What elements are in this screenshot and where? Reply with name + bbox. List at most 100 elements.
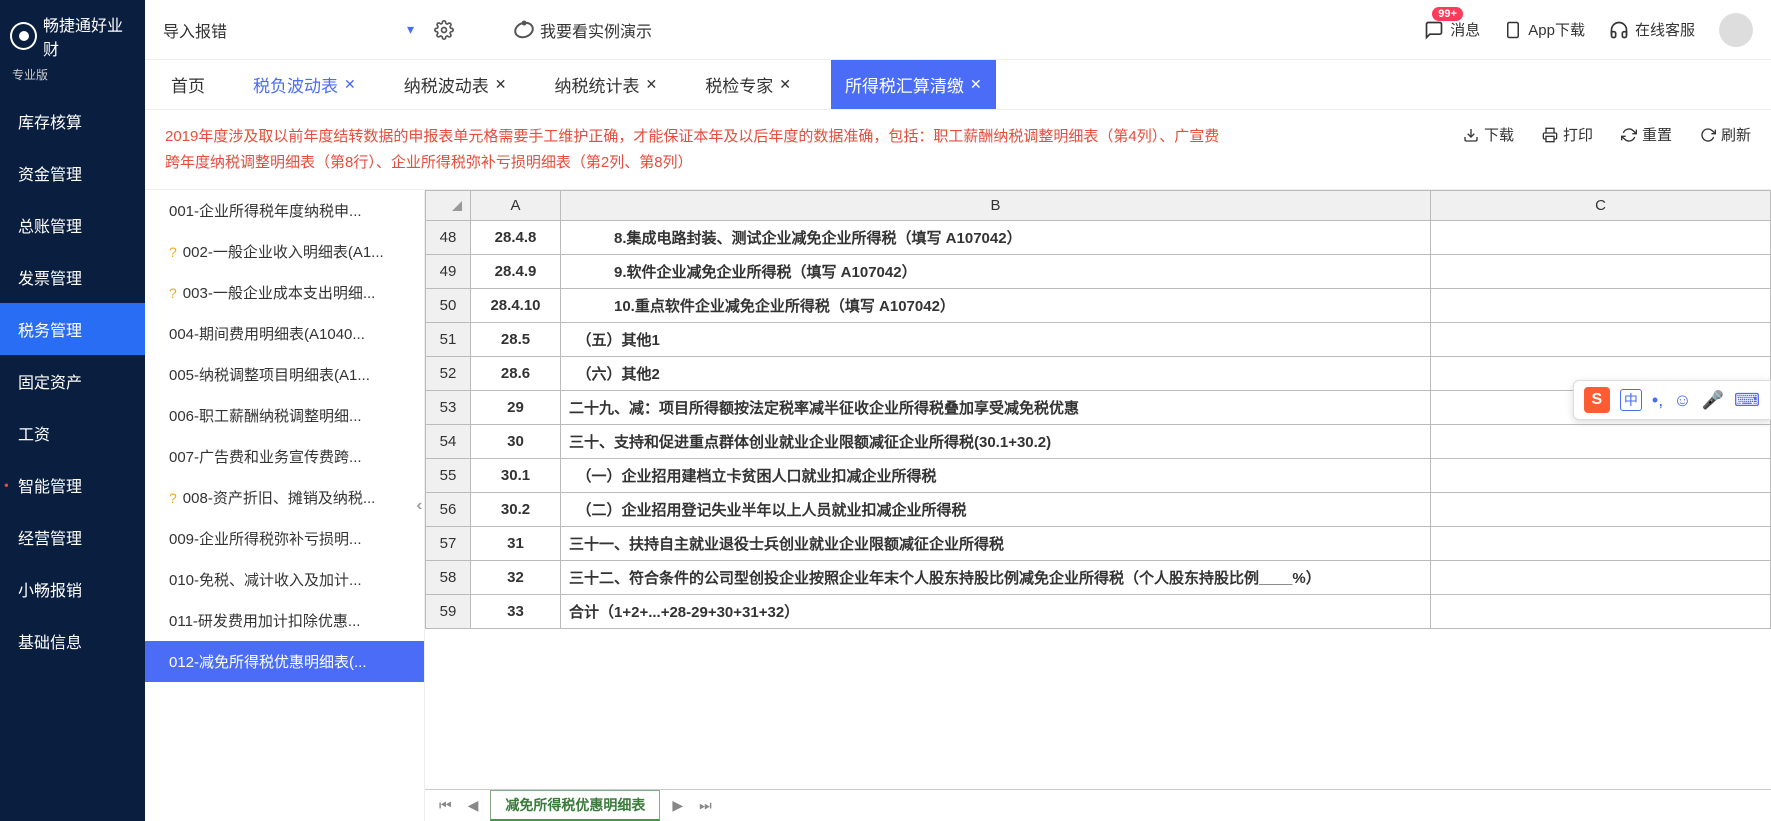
sheet-nav-prev-icon[interactable]: ◀ xyxy=(464,797,483,814)
nav-item[interactable]: 发票管理 xyxy=(0,251,145,303)
form-list-item[interactable]: ?002-一般企业收入明细表(A1... xyxy=(145,231,424,272)
form-list-item[interactable]: ?008-资产折旧、摊销及纳税... xyxy=(145,477,424,518)
close-icon[interactable]: ✕ xyxy=(970,76,982,93)
gear-icon[interactable] xyxy=(434,20,454,40)
nav-item[interactable]: 固定资产 xyxy=(0,355,145,407)
form-list-item[interactable]: ?003-一般企业成本支出明细... xyxy=(145,272,424,313)
messages-button[interactable]: 99+ 消息 xyxy=(1424,19,1480,40)
cell[interactable]: 9.软件企业减免企业所得税（填写 A107042） xyxy=(561,255,1431,289)
close-icon[interactable]: ✕ xyxy=(344,76,356,93)
row-header[interactable]: 56 xyxy=(426,493,471,527)
download-button[interactable]: 下载 xyxy=(1463,124,1514,145)
col-header-b[interactable]: B xyxy=(561,191,1431,221)
cell[interactable]: 30.1 xyxy=(471,459,561,493)
form-list-item[interactable]: 005-纳税调整项目明细表(A1... xyxy=(145,354,424,395)
form-list-item[interactable]: 011-研发费用加计扣除优惠... xyxy=(145,600,424,641)
demo-link[interactable]: 我要看实例演示 xyxy=(514,18,652,42)
form-list-item[interactable]: 009-企业所得税弥补亏损明... xyxy=(145,518,424,559)
form-list-item[interactable]: 004-期间费用明细表(A1040... xyxy=(145,313,424,354)
cell[interactable]: 31 xyxy=(471,527,561,561)
close-icon[interactable]: ✕ xyxy=(645,76,657,93)
tab[interactable]: 纳税波动表✕ xyxy=(396,62,515,107)
cell[interactable]: 8.集成电路封装、测试企业减免企业所得税（填写 A107042） xyxy=(561,221,1431,255)
cell[interactable]: 28.6 xyxy=(471,357,561,391)
cell[interactable]: （六）其他2 xyxy=(561,357,1431,391)
row-header[interactable]: 50 xyxy=(426,289,471,323)
row-header[interactable]: 54 xyxy=(426,425,471,459)
online-service-button[interactable]: 在线客服 xyxy=(1609,19,1695,40)
row-header[interactable]: 52 xyxy=(426,357,471,391)
tab[interactable]: 税负波动表✕ xyxy=(245,62,364,107)
nav-item[interactable]: 智能管理 xyxy=(0,459,145,511)
cell[interactable] xyxy=(1431,459,1771,493)
cell[interactable]: 28.4.9 xyxy=(471,255,561,289)
form-list-item[interactable]: 001-企业所得税年度纳税申... xyxy=(145,190,424,231)
cell[interactable]: （一）企业招用建档立卡贫困人口就业扣减企业所得税 xyxy=(561,459,1431,493)
cell[interactable]: 28.5 xyxy=(471,323,561,357)
chevron-down-icon[interactable]: ▾ xyxy=(407,21,414,38)
form-list[interactable]: 001-企业所得税年度纳税申...?002-一般企业收入明细表(A1...?00… xyxy=(145,190,425,821)
ime-keyboard-icon[interactable]: ⌨ xyxy=(1734,390,1760,411)
reset-button[interactable]: 重置 xyxy=(1621,124,1672,145)
refresh-button[interactable]: 刷新 xyxy=(1700,124,1751,145)
cell[interactable]: 三十二、符合条件的公司型创投企业按照企业年末个人股东持股比例减免企业所得税（个人… xyxy=(561,561,1431,595)
cell[interactable] xyxy=(1431,323,1771,357)
cell[interactable]: 32 xyxy=(471,561,561,595)
nav-item[interactable]: 经营管理 xyxy=(0,511,145,563)
ime-mic-icon[interactable]: 🎤 xyxy=(1702,390,1724,411)
cell[interactable]: 29 xyxy=(471,391,561,425)
cell[interactable]: 合计（1+2+...+28-29+30+31+32） xyxy=(561,595,1431,629)
ime-lang-button[interactable]: 中 xyxy=(1620,389,1642,411)
nav-item[interactable]: 税务管理 xyxy=(0,303,145,355)
cell[interactable]: （五）其他1 xyxy=(561,323,1431,357)
nav-item[interactable]: 基础信息 xyxy=(0,615,145,667)
nav-item[interactable]: 资金管理 xyxy=(0,147,145,199)
row-header[interactable]: 48 xyxy=(426,221,471,255)
cell[interactable]: （二）企业招用登记失业半年以上人员就业扣减企业所得税 xyxy=(561,493,1431,527)
cell[interactable]: 28.4.8 xyxy=(471,221,561,255)
row-header[interactable]: 55 xyxy=(426,459,471,493)
sheet-nav-last-icon[interactable]: ⏭ xyxy=(695,797,716,814)
ime-emoji-icon[interactable]: ☺ xyxy=(1673,390,1691,411)
sheet-tab-active[interactable]: 减免所得税优惠明细表 xyxy=(490,790,660,821)
breadcrumb[interactable]: 导入报错 ▾ xyxy=(163,18,414,42)
close-icon[interactable]: ✕ xyxy=(495,76,507,93)
row-header[interactable]: 49 xyxy=(426,255,471,289)
cell[interactable] xyxy=(1431,493,1771,527)
spreadsheet[interactable]: A B C 4828.4.8 8.集成电路封装、测试企业减免企业所得税（填写 A… xyxy=(425,190,1771,789)
row-header[interactable]: 59 xyxy=(426,595,471,629)
form-list-item[interactable]: 010-免税、减计收入及加计... xyxy=(145,559,424,600)
nav-item[interactable]: 小畅报销 xyxy=(0,563,145,615)
cell[interactable] xyxy=(1431,255,1771,289)
tab[interactable]: 首页 xyxy=(163,62,213,107)
cell[interactable] xyxy=(1431,561,1771,595)
ime-bar[interactable]: S 中 •, ☺ 🎤 ⌨ xyxy=(1573,380,1771,420)
app-download-button[interactable]: App下载 xyxy=(1504,19,1585,41)
tab[interactable]: 税检专家✕ xyxy=(697,62,799,107)
cell[interactable]: 三十、支持和促进重点群体创业就业企业限额减征企业所得税(30.1+30.2) xyxy=(561,425,1431,459)
form-list-item[interactable]: 006-职工薪酬纳税调整明细... xyxy=(145,395,424,436)
cell[interactable]: 10.重点软件企业减免企业所得税（填写 A107042） xyxy=(561,289,1431,323)
nav-item[interactable]: 总账管理 xyxy=(0,199,145,251)
tab[interactable]: 纳税统计表✕ xyxy=(546,62,665,107)
cell[interactable] xyxy=(1431,289,1771,323)
cell[interactable] xyxy=(1431,425,1771,459)
col-header-c[interactable]: C xyxy=(1431,191,1771,221)
cell[interactable]: 33 xyxy=(471,595,561,629)
close-icon[interactable]: ✕ xyxy=(779,76,791,93)
row-header[interactable]: 51 xyxy=(426,323,471,357)
cell[interactable]: 三十一、扶持自主就业退役士兵创业就业企业限额减征企业所得税 xyxy=(561,527,1431,561)
tab[interactable]: 所得税汇算清缴✕ xyxy=(831,60,996,109)
cell[interactable]: 30.2 xyxy=(471,493,561,527)
cell[interactable] xyxy=(1431,595,1771,629)
sheet-nav-next-icon[interactable]: ▶ xyxy=(668,797,687,814)
col-header-a[interactable]: A xyxy=(471,191,561,221)
avatar[interactable] xyxy=(1719,13,1753,47)
nav-item[interactable]: 库存核算 xyxy=(0,95,145,147)
form-list-item[interactable]: 007-广告费和业务宣传费跨... xyxy=(145,436,424,477)
row-header[interactable]: 53 xyxy=(426,391,471,425)
cell[interactable]: 二十九、减：项目所得额按法定税率减半征收企业所得税叠加享受减免税优惠 xyxy=(561,391,1431,425)
ime-punct-icon[interactable]: •, xyxy=(1652,390,1663,411)
row-header[interactable]: 58 xyxy=(426,561,471,595)
cell[interactable] xyxy=(1431,221,1771,255)
